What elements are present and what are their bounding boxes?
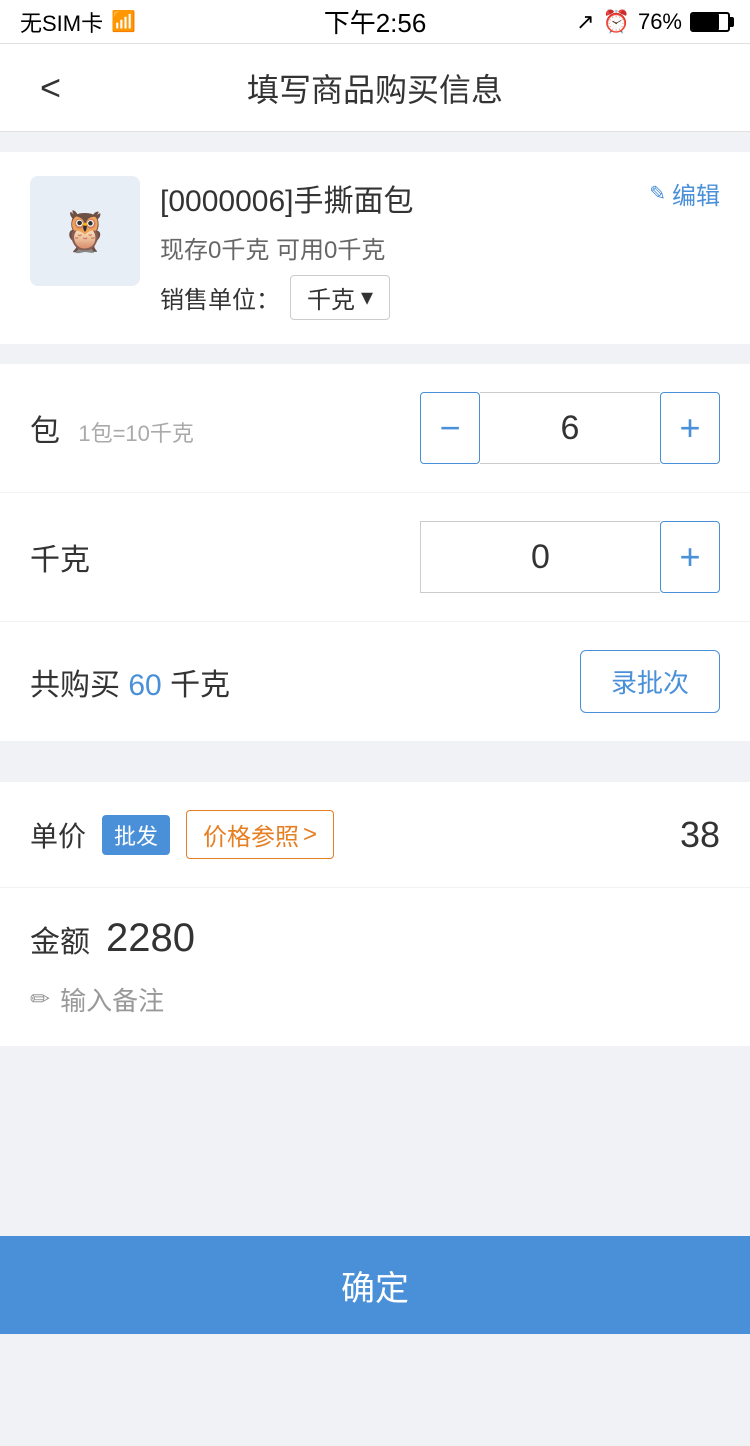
alarm-icon: ⏰ (603, 9, 630, 35)
total-row: 共购买 60 千克 录批次 (0, 622, 750, 742)
battery-icon (690, 12, 730, 32)
status-time: 下午2:56 (324, 3, 427, 40)
chevron-right-icon: > (303, 821, 317, 849)
package-input[interactable] (480, 392, 660, 464)
input-section: 包 1包=10千克 − + 千克 + (0, 364, 750, 622)
product-name: [0000006]手撕面包 (160, 176, 720, 220)
kg-quantity-control: + (420, 521, 720, 593)
package-input-row: 包 1包=10千克 − + (0, 364, 750, 493)
confirm-button[interactable]: 确定 (341, 1261, 409, 1310)
nav-bar: < 填写商品购买信息 (0, 44, 750, 132)
product-owl-icon: 🦉 (60, 208, 110, 255)
amount-label: 金额 (30, 917, 90, 961)
back-button[interactable]: < (30, 57, 71, 119)
remark-label: 输入备注 (60, 981, 164, 1018)
product-stock: 现存0千克 可用0千克 (160, 230, 720, 265)
price-label: 单价 (30, 815, 86, 855)
status-left: 无SIM卡 📶 (20, 6, 136, 38)
package-decrement-button[interactable]: − (420, 392, 480, 464)
kg-label: 千克 (30, 535, 420, 579)
kg-increment-button[interactable]: + (660, 521, 720, 593)
package-increment-button[interactable]: + (660, 392, 720, 464)
total-unit: 千克 (170, 669, 230, 702)
divider-1 (0, 344, 750, 364)
package-quantity-control: − + (420, 392, 720, 464)
divider-2 (0, 742, 750, 762)
chevron-down-icon: ▾ (361, 283, 373, 312)
edit-icon: ✎ (649, 181, 666, 206)
price-ref-label: 价格参照 (203, 817, 299, 852)
unit-label: 销售单位： (160, 280, 280, 315)
kg-input[interactable] (420, 521, 660, 593)
unit-value: 千克 (307, 280, 355, 315)
status-bar: 无SIM卡 📶 下午2:56 ↗ ⏰ 76% (0, 0, 750, 44)
edit-label: 编辑 (672, 176, 720, 211)
package-label: 包 1包=10千克 (30, 406, 420, 450)
product-card: 🦉 [0000006]手撕面包 现存0千克 可用0千克 销售单位： 千克 ▾ ✎… (0, 152, 750, 344)
amount-row: 金额 2280 (30, 916, 720, 961)
total-qty: 60 (128, 669, 170, 702)
status-right: ↗ ⏰ 76% (576, 9, 730, 35)
location-icon: ↗ (576, 9, 594, 35)
product-info: [0000006]手撕面包 现存0千克 可用0千克 销售单位： 千克 ▾ (160, 176, 720, 320)
price-value: 38 (680, 814, 720, 856)
price-section: 单价 批发 价格参照 > 38 (0, 782, 750, 888)
total-text: 共购买 60 千克 (30, 660, 230, 704)
batch-button[interactable]: 录批次 (580, 650, 720, 713)
amount-value: 2280 (106, 916, 195, 961)
total-prefix: 共购买 (30, 669, 120, 702)
product-image: 🦉 (30, 176, 140, 286)
edit-button[interactable]: ✎ 编辑 (649, 176, 720, 211)
carrier-text: 无SIM卡 (20, 6, 103, 38)
unit-select[interactable]: 千克 ▾ (290, 275, 390, 320)
price-row: 单价 批发 价格参照 > 38 (0, 782, 750, 888)
pencil-icon: ✏ (30, 985, 50, 1014)
battery-text: 76% (638, 9, 682, 35)
remark-row[interactable]: ✏ 输入备注 (30, 981, 720, 1018)
confirm-bar[interactable]: 确定 (0, 1236, 750, 1334)
package-hint: 1包=10千克 (78, 421, 194, 446)
price-reference-button[interactable]: 价格参照 > (186, 810, 334, 859)
page-title: 填写商品购买信息 (247, 65, 503, 111)
price-tag: 批发 (102, 815, 170, 855)
kg-input-row: 千克 + (0, 493, 750, 622)
wifi-icon: 📶 (111, 9, 136, 34)
amount-section: 金额 2280 ✏ 输入备注 (0, 888, 750, 1046)
product-unit-row: 销售单位： 千克 ▾ (160, 275, 720, 320)
